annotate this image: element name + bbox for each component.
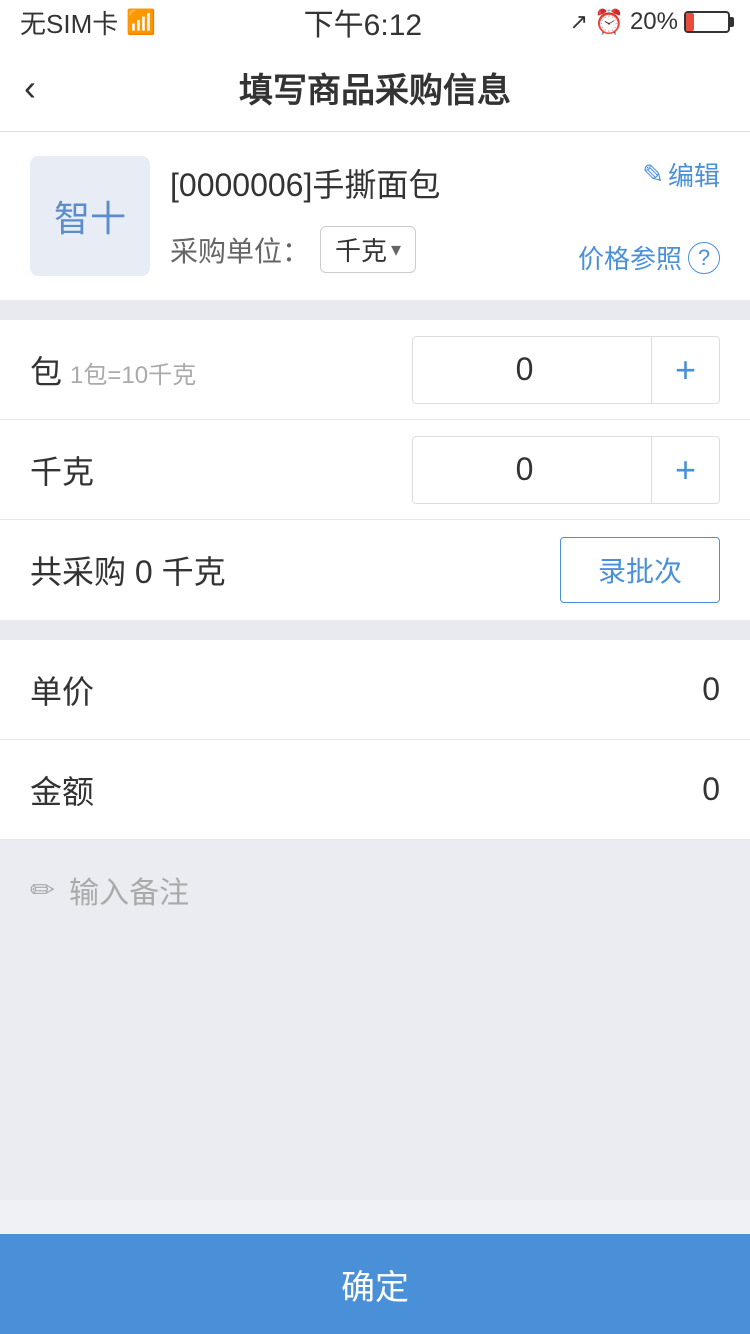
section-divider-1 bbox=[0, 300, 750, 320]
battery-indicator bbox=[684, 11, 730, 33]
kg-quantity-input[interactable] bbox=[412, 436, 652, 504]
section-divider-2 bbox=[0, 620, 750, 640]
unit-value: 千克 bbox=[335, 231, 387, 268]
batch-button-label: 录批次 bbox=[598, 550, 682, 590]
unit-price-label: 单价 bbox=[30, 667, 94, 713]
product-name: [0000006]手撕面包 bbox=[170, 160, 720, 206]
confirm-button[interactable]: 确定 bbox=[0, 1234, 750, 1334]
bag-plus-button[interactable]: + bbox=[652, 336, 720, 404]
confirm-button-label: 确定 bbox=[341, 1260, 409, 1309]
bag-quantity-row: 包1包=10千克 + bbox=[0, 320, 750, 420]
unit-selector[interactable]: 千克 ▾ bbox=[320, 226, 416, 273]
kg-quantity-row: 千克 + bbox=[0, 420, 750, 520]
location-icon: ↗ bbox=[570, 9, 588, 35]
bag-quantity-input[interactable] bbox=[412, 336, 652, 404]
status-right: ↗ ⏰ 20% bbox=[570, 8, 730, 37]
bag-input-wrapper: + bbox=[196, 336, 720, 404]
battery-percent: 20% bbox=[630, 8, 678, 36]
unit-price-value: 0 bbox=[702, 671, 720, 708]
dropdown-arrow-icon: ▾ bbox=[391, 237, 401, 262]
status-time: 下午6:12 bbox=[304, 0, 422, 44]
amount-value: 0 bbox=[702, 771, 720, 808]
product-card: 智十 [0000006]手撕面包 采购单位： 千克 ▾ ✎ 编辑 价格参照 ? bbox=[0, 132, 750, 300]
batch-button[interactable]: 录批次 bbox=[560, 537, 720, 603]
note-placeholder: 输入备注 bbox=[69, 868, 189, 912]
note-section[interactable]: ✏ 输入备注 bbox=[0, 840, 750, 940]
edit-button[interactable]: ✎ 编辑 bbox=[642, 156, 720, 193]
kg-plus-button[interactable]: + bbox=[652, 436, 720, 504]
kg-label: 千克 bbox=[30, 447, 110, 493]
product-image: 智十 bbox=[30, 156, 150, 276]
amount-row: 金额 0 bbox=[0, 740, 750, 840]
kg-plus-icon: + bbox=[675, 449, 696, 491]
back-button[interactable]: ‹ bbox=[24, 67, 36, 109]
bag-label: 包1包=10千克 bbox=[30, 347, 196, 393]
total-text: 共采购 0 千克 bbox=[30, 547, 226, 593]
price-reference-button[interactable]: 价格参照 ? bbox=[578, 239, 720, 276]
bag-sub-label: 1包=10千克 bbox=[70, 362, 196, 389]
edit-icon: ✎ bbox=[642, 159, 664, 190]
carrier-text: 无SIM卡 bbox=[20, 4, 118, 41]
content-spacer bbox=[0, 940, 750, 1200]
wifi-icon: 📶 bbox=[126, 8, 156, 37]
status-bar: 无SIM卡 📶 下午6:12 ↗ ⏰ 20% bbox=[0, 0, 750, 44]
edit-label: 编辑 bbox=[668, 156, 720, 193]
bag-plus-icon: + bbox=[675, 349, 696, 391]
nav-bar: ‹ 填写商品采购信息 bbox=[0, 44, 750, 132]
input-section: 包1包=10千克 + 千克 + bbox=[0, 320, 750, 520]
unit-price-row: 单价 0 bbox=[0, 640, 750, 740]
page-title: 填写商品采购信息 bbox=[239, 63, 511, 112]
product-logo: 智十 bbox=[54, 190, 126, 242]
price-ref-label: 价格参照 bbox=[578, 239, 682, 276]
unit-label: 采购单位： bbox=[170, 230, 310, 270]
price-ref-icon: ? bbox=[688, 242, 720, 274]
battery-fill bbox=[686, 13, 694, 31]
note-icon: ✏ bbox=[30, 873, 55, 908]
price-info-section: 单价 0 金额 0 bbox=[0, 640, 750, 840]
total-row: 共采购 0 千克 录批次 bbox=[0, 520, 750, 620]
status-left: 无SIM卡 📶 bbox=[20, 4, 156, 41]
alarm-icon: ⏰ bbox=[594, 8, 624, 37]
kg-input-wrapper: + bbox=[110, 436, 720, 504]
amount-label: 金额 bbox=[30, 767, 94, 813]
